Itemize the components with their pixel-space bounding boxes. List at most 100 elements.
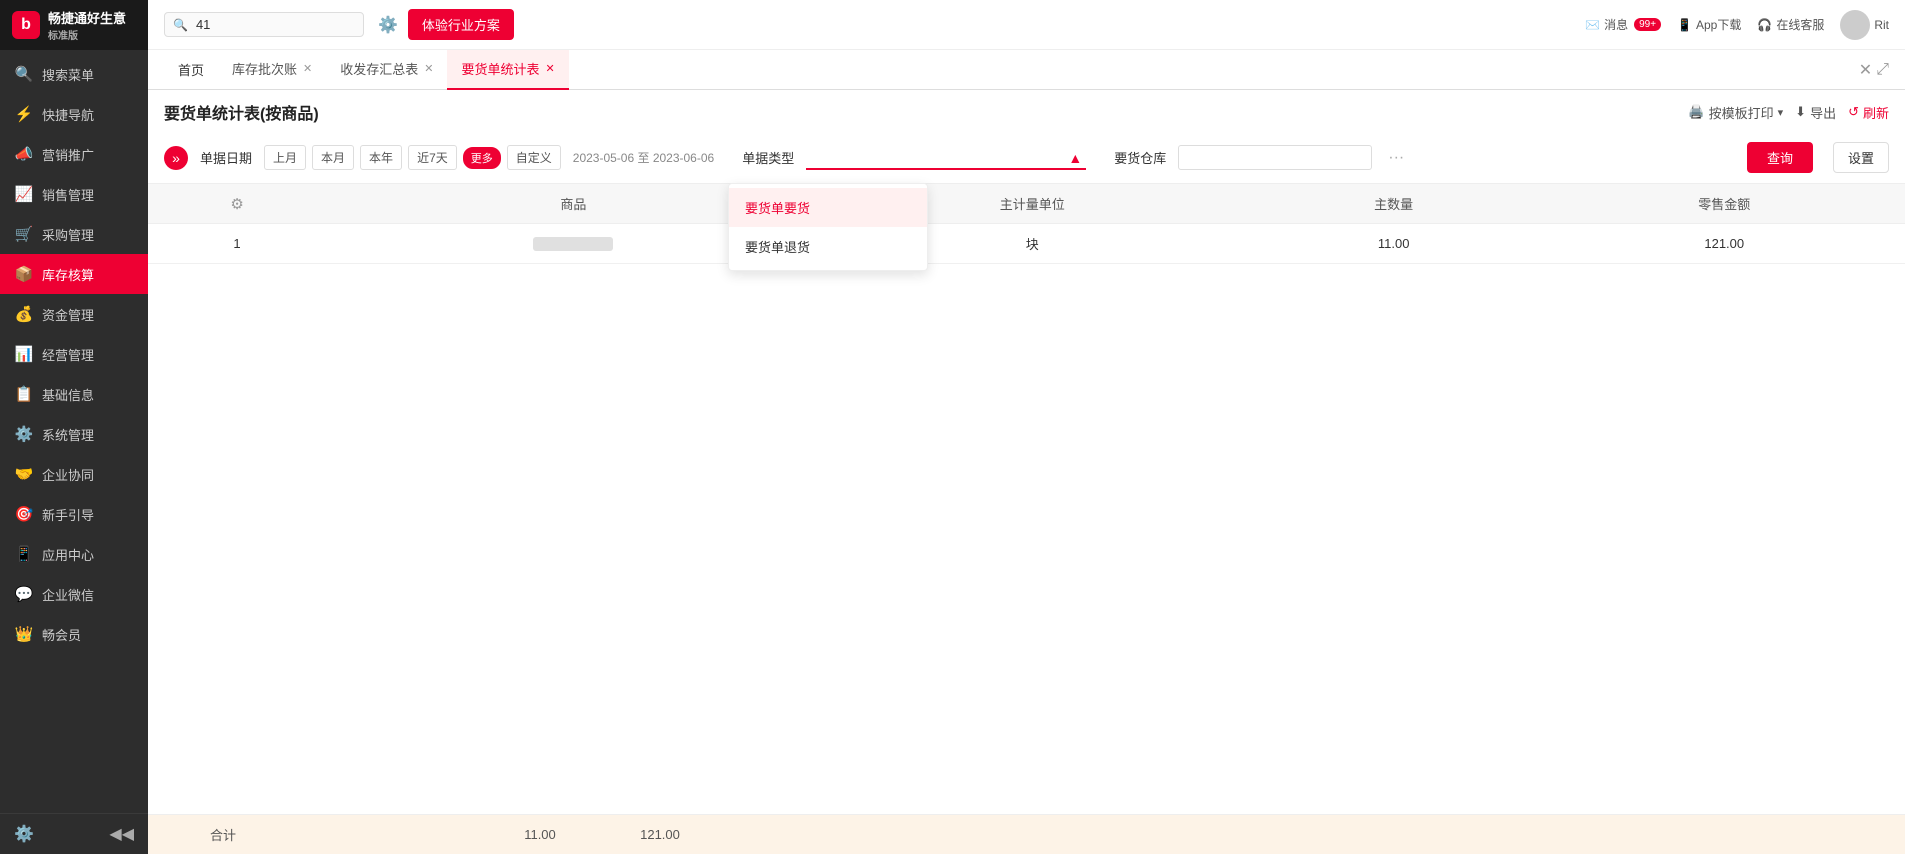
expand-tabs-btn[interactable]: ⤢	[1876, 61, 1889, 79]
export-icon: ⬇	[1795, 104, 1806, 120]
tab-batch[interactable]: 库存批次账 ✕	[218, 50, 326, 90]
sidebar-item-quick-nav[interactable]: ⚡ 快捷导航	[0, 94, 148, 134]
sidebar-item-system[interactable]: ⚙️ 系统管理	[0, 414, 148, 454]
type-input[interactable]	[806, 145, 1086, 170]
dropdown-item-order[interactable]: 要货单要货	[729, 188, 927, 227]
topbar-right: ✉️ 消息 99+ 📱 App下载 🎧 在线客服 Rit	[1585, 10, 1889, 40]
date-range-display: 2023-05-06 至 2023-06-06	[573, 149, 714, 166]
sidebar-nav: 🔍 搜索菜单 ⚡ 快捷导航 📣 营销推广 📈 销售管理 🛒 采购管理 📦 库存核…	[0, 50, 148, 813]
col-amount: 零售金额	[1544, 184, 1905, 224]
marketing-icon: 📣	[14, 144, 34, 164]
tabs-actions: ✕ ⤢	[1859, 60, 1889, 80]
page-title-actions: 🖨️ 按模板打印 ▾ ⬇ 导出 ↺ 刷新	[1688, 103, 1889, 122]
search-box[interactable]: 🔍 41	[164, 12, 364, 37]
search-icon: 🔍	[173, 18, 188, 32]
search-icon: 🔍	[14, 64, 34, 84]
sidebar-item-sales[interactable]: 📈 销售管理	[0, 174, 148, 214]
sidebar-item-apps[interactable]: 📱 应用中心	[0, 534, 148, 574]
app-logo: b 畅捷通好生意 标准版	[0, 0, 148, 50]
sidebar-item-label: 快捷导航	[42, 105, 94, 124]
message-badge: 99+	[1634, 18, 1661, 31]
export-btn[interactable]: ⬇ 导出	[1795, 103, 1836, 122]
filter-row: » 单据日期 上月 本月 本年 近7天 更多 自定义 2023-05-06 至 …	[148, 132, 1905, 184]
sidebar-item-wechat[interactable]: 💬 企业微信	[0, 574, 148, 614]
settings-btn[interactable]: 设置	[1833, 142, 1889, 173]
tab-home[interactable]: 首页	[164, 50, 218, 90]
sidebar-item-member[interactable]: 👑 畅会员	[0, 614, 148, 654]
app-download-label: App下载	[1696, 16, 1741, 33]
sidebar-item-operation[interactable]: 📊 经营管理	[0, 334, 148, 374]
type-label: 单据类型	[742, 148, 794, 167]
sidebar-item-basic[interactable]: 📋 基础信息	[0, 374, 148, 414]
export-label: 导出	[1810, 103, 1836, 122]
sidebar-item-search[interactable]: 🔍 搜索菜单	[0, 54, 148, 94]
date-recent-btn[interactable]: 近7天	[408, 145, 457, 170]
settings-icon[interactable]: ⚙️	[14, 824, 34, 844]
online-service-btn[interactable]: 🎧 在线客服	[1757, 16, 1824, 33]
date-cur-btn[interactable]: 本月	[312, 145, 354, 170]
query-btn[interactable]: 查询	[1747, 142, 1813, 173]
sales-icon: 📈	[14, 184, 34, 204]
type-chevron-icon[interactable]: ▲	[1068, 150, 1082, 166]
sidebar-item-marketing[interactable]: 📣 营销推广	[0, 134, 148, 174]
tabs-bar: 首页 库存批次账 ✕ 收发存汇总表 ✕ 要货单统计表 ✕ ✕ ⤢	[148, 50, 1905, 90]
table-row: 1 块 11.00 121.00	[148, 224, 1905, 264]
topbar-num: 41	[196, 17, 210, 32]
messages-btn[interactable]: ✉️ 消息 99+	[1585, 16, 1661, 33]
refresh-btn[interactable]: ↺ 刷新	[1848, 103, 1889, 122]
sidebar: b 畅捷通好生意 标准版 🔍 搜索菜单 ⚡ 快捷导航 📣 营销推广 📈 销售管理…	[0, 0, 148, 854]
filter-expand-btn[interactable]: »	[164, 146, 188, 170]
sidebar-item-finance[interactable]: 💰 资金管理	[0, 294, 148, 334]
wechat-icon: 💬	[14, 584, 34, 604]
col-settings[interactable]: ⚙	[148, 184, 326, 224]
app-sub: 标准版	[48, 27, 126, 42]
dropdown-item-return[interactable]: 要货单退货	[729, 227, 927, 266]
tab-order-stat-close[interactable]: ✕	[546, 62, 555, 75]
tab-order-stat-label: 要货单统计表	[461, 59, 539, 78]
collapse-icon[interactable]: ◀◀	[109, 824, 134, 844]
user-avatar	[1840, 10, 1870, 40]
tab-batch-close[interactable]: ✕	[303, 62, 312, 75]
table-footer: 合计 11.00 121.00	[148, 814, 1905, 854]
industry-btn[interactable]: 体验行业方案	[408, 9, 514, 40]
data-table: ⚙ 商品 主计量单位 主数量 零售金额 1 块 11.00 121.00	[148, 184, 1905, 264]
row-qty: 11.00	[1244, 224, 1544, 264]
date-more-btn[interactable]: 更多	[463, 147, 501, 169]
sidebar-item-label: 企业微信	[42, 585, 94, 604]
date-year-btn[interactable]: 本年	[360, 145, 402, 170]
app-download-btn[interactable]: 📱 App下载	[1677, 16, 1741, 33]
date-custom-btn[interactable]: 自定义	[507, 145, 561, 170]
tab-summary[interactable]: 收发存汇总表 ✕	[326, 50, 447, 90]
close-all-tabs-btn[interactable]: ✕	[1859, 60, 1872, 80]
date-prev-btn[interactable]: 上月	[264, 145, 306, 170]
app-name: 畅捷通好生意	[48, 8, 126, 27]
topbar-gear-icon[interactable]: ⚙️	[378, 15, 398, 35]
sidebar-item-label: 库存核算	[42, 265, 94, 284]
topbar-left: 🔍 41 ⚙️ 体验行业方案	[164, 9, 514, 40]
print-icon: 🖨️	[1688, 104, 1704, 120]
date-label: 单据日期	[200, 148, 252, 167]
print-btn[interactable]: 🖨️ 按模板打印 ▾	[1688, 103, 1783, 122]
sidebar-item-label: 资金管理	[42, 305, 94, 324]
messages-label: 消息	[1604, 16, 1628, 33]
user-profile-btn[interactable]: Rit	[1840, 10, 1889, 40]
row-amount: 121.00	[1544, 224, 1905, 264]
table-gear-icon[interactable]: ⚙	[230, 196, 243, 213]
online-service-label: 在线客服	[1776, 16, 1824, 33]
sidebar-item-guide[interactable]: 🎯 新手引导	[0, 494, 148, 534]
total-label: 合计	[160, 825, 380, 844]
sidebar-item-purchase[interactable]: 🛒 采购管理	[0, 214, 148, 254]
col-qty: 主数量	[1244, 184, 1544, 224]
tab-home-label: 首页	[178, 60, 204, 79]
sidebar-item-label: 新手引导	[42, 505, 94, 524]
warehouse-input[interactable]	[1178, 145, 1372, 170]
main-area: 🔍 41 ⚙️ 体验行业方案 ✉️ 消息 99+ 📱 App下载 🎧 在线客服	[148, 0, 1905, 854]
tab-summary-close[interactable]: ✕	[424, 62, 433, 75]
sidebar-item-corp[interactable]: 🤝 企业协同	[0, 454, 148, 494]
topbar: 🔍 41 ⚙️ 体验行业方案 ✉️ 消息 99+ 📱 App下载 🎧 在线客服	[148, 0, 1905, 50]
sidebar-item-label: 应用中心	[42, 545, 94, 564]
filter-more-icon[interactable]: ···	[1388, 149, 1404, 167]
tab-order-stat[interactable]: 要货单统计表 ✕	[447, 50, 568, 90]
sidebar-item-inventory[interactable]: 📦 库存核算	[0, 254, 148, 294]
operation-icon: 📊	[14, 344, 34, 364]
